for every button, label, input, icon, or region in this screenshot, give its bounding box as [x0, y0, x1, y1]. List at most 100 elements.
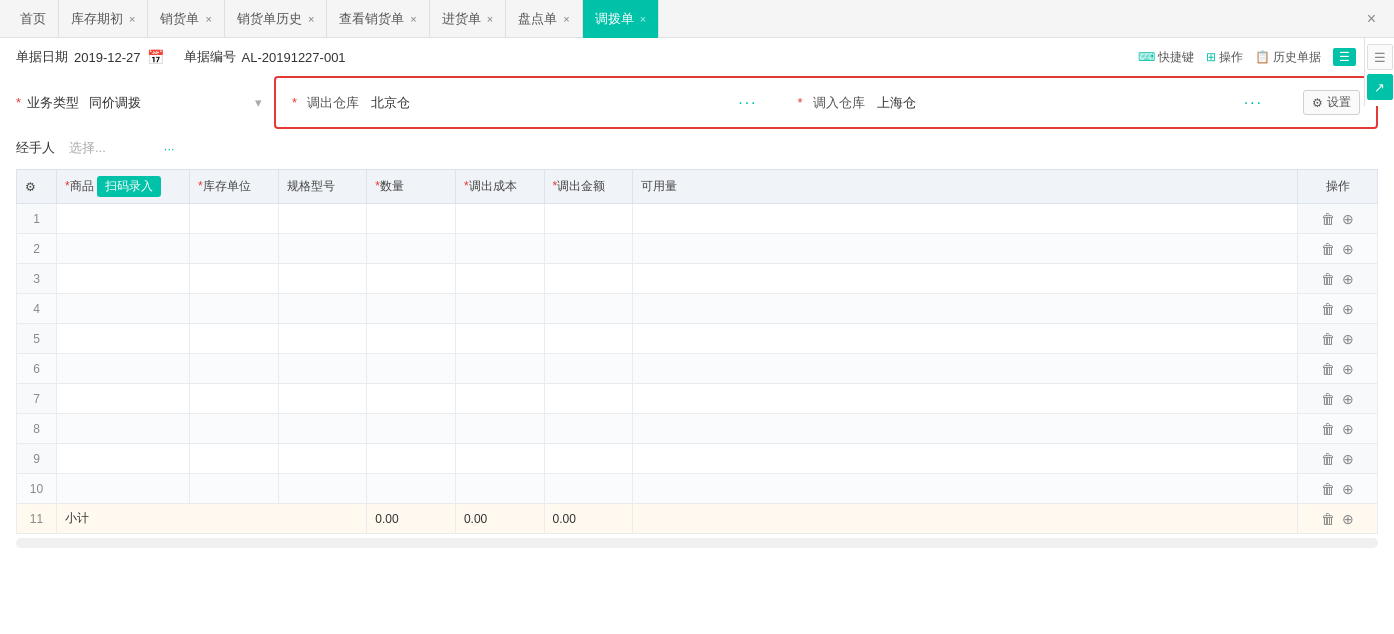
copy-icon-9[interactable]: ⊕: [1342, 451, 1354, 467]
amount-cell-5[interactable]: [544, 324, 633, 354]
delete-icon-10[interactable]: 🗑: [1321, 481, 1335, 497]
close-view-sales[interactable]: ×: [410, 13, 416, 25]
tab-view-sales[interactable]: 查看销货单 ×: [327, 0, 429, 38]
delete-icon-2[interactable]: 🗑: [1321, 241, 1335, 257]
spec-cell-7[interactable]: [278, 384, 367, 414]
copy-icon-4[interactable]: ⊕: [1342, 301, 1354, 317]
delete-icon-11[interactable]: 🗑: [1321, 511, 1335, 527]
unit-cell-4[interactable]: [189, 294, 278, 324]
close-sales-order[interactable]: ×: [205, 13, 211, 25]
tab-transfer-order[interactable]: 调拨单 ×: [583, 0, 659, 38]
person-select[interactable]: 选择...: [69, 139, 106, 157]
bottom-scrollbar[interactable]: [16, 538, 1378, 548]
copy-icon-2[interactable]: ⊕: [1342, 241, 1354, 257]
delete-icon-9[interactable]: 🗑: [1321, 451, 1335, 467]
tab-purchase-order[interactable]: 进货单 ×: [430, 0, 506, 38]
tab-sales-order[interactable]: 销货单 ×: [148, 0, 224, 38]
tab-home[interactable]: 首页: [8, 0, 59, 38]
spec-cell-1[interactable]: [278, 204, 367, 234]
amount-cell-6[interactable]: [544, 354, 633, 384]
product-cell-9[interactable]: [57, 444, 190, 474]
cost-cell-7[interactable]: [455, 384, 544, 414]
close-purchase-order[interactable]: ×: [487, 13, 493, 25]
th-gear[interactable]: ⚙: [17, 170, 57, 204]
spec-cell-3[interactable]: [278, 264, 367, 294]
product-cell-3[interactable]: [57, 264, 190, 294]
delete-icon-1[interactable]: 🗑: [1321, 211, 1335, 227]
unit-cell-5[interactable]: [189, 324, 278, 354]
shortcut-button[interactable]: ⌨ 快捷键: [1138, 49, 1194, 66]
unit-cell-10[interactable]: [189, 474, 278, 504]
product-cell-6[interactable]: [57, 354, 190, 384]
amount-cell-8[interactable]: [544, 414, 633, 444]
calendar-icon[interactable]: 📅: [147, 49, 164, 65]
spec-cell-8[interactable]: [278, 414, 367, 444]
product-cell-5[interactable]: [57, 324, 190, 354]
unit-cell-1[interactable]: [189, 204, 278, 234]
cost-cell-4[interactable]: [455, 294, 544, 324]
close-all-tabs[interactable]: ×: [1357, 10, 1386, 28]
amount-cell-3[interactable]: [544, 264, 633, 294]
product-cell-7[interactable]: [57, 384, 190, 414]
delete-icon-6[interactable]: 🗑: [1321, 361, 1335, 377]
amount-cell-1[interactable]: [544, 204, 633, 234]
tab-inventory-init[interactable]: 库存期初 ×: [59, 0, 148, 38]
tab-inventory-count[interactable]: 盘点单 ×: [506, 0, 582, 38]
amount-cell-2[interactable]: [544, 234, 633, 264]
qty-cell-10[interactable]: [367, 474, 456, 504]
delete-icon-4[interactable]: 🗑: [1321, 301, 1335, 317]
scan-button[interactable]: 扫码录入: [97, 176, 161, 197]
close-inventory-count[interactable]: ×: [563, 13, 569, 25]
cost-cell-2[interactable]: [455, 234, 544, 264]
copy-icon-10[interactable]: ⊕: [1342, 481, 1354, 497]
cost-cell-1[interactable]: [455, 204, 544, 234]
operation-button[interactable]: ⊞ 操作: [1206, 49, 1243, 66]
delete-icon-8[interactable]: 🗑: [1321, 421, 1335, 437]
qty-cell-5[interactable]: [367, 324, 456, 354]
unit-cell-9[interactable]: [189, 444, 278, 474]
qty-cell-1[interactable]: [367, 204, 456, 234]
close-sales-history[interactable]: ×: [308, 13, 314, 25]
history-button[interactable]: 📋 历史单据: [1255, 49, 1321, 66]
copy-icon-5[interactable]: ⊕: [1342, 331, 1354, 347]
tab-sales-history[interactable]: 销货单历史 ×: [225, 0, 327, 38]
cost-cell-6[interactable]: [455, 354, 544, 384]
copy-icon-11[interactable]: ⊕: [1342, 511, 1354, 527]
close-inventory-init[interactable]: ×: [129, 13, 135, 25]
delete-icon-3[interactable]: 🗑: [1321, 271, 1335, 287]
product-cell-4[interactable]: [57, 294, 190, 324]
unit-cell-8[interactable]: [189, 414, 278, 444]
unit-cell-6[interactable]: [189, 354, 278, 384]
product-cell-2[interactable]: [57, 234, 190, 264]
qty-cell-4[interactable]: [367, 294, 456, 324]
panel-btn-list[interactable]: ☰: [1367, 44, 1393, 70]
unit-cell-7[interactable]: [189, 384, 278, 414]
qty-cell-8[interactable]: [367, 414, 456, 444]
qty-cell-6[interactable]: [367, 354, 456, 384]
delete-icon-5[interactable]: 🗑: [1321, 331, 1335, 347]
copy-icon-7[interactable]: ⊕: [1342, 391, 1354, 407]
delete-icon-7[interactable]: 🗑: [1321, 391, 1335, 407]
amount-cell-7[interactable]: [544, 384, 633, 414]
amount-cell-9[interactable]: [544, 444, 633, 474]
out-more-icon[interactable]: ···: [738, 94, 757, 112]
spec-cell-2[interactable]: [278, 234, 367, 264]
qty-cell-3[interactable]: [367, 264, 456, 294]
cost-cell-3[interactable]: [455, 264, 544, 294]
product-cell-8[interactable]: [57, 414, 190, 444]
cost-cell-5[interactable]: [455, 324, 544, 354]
product-cell-1[interactable]: [57, 204, 190, 234]
qty-cell-2[interactable]: [367, 234, 456, 264]
business-dropdown-icon[interactable]: ▾: [255, 95, 262, 110]
copy-icon-6[interactable]: ⊕: [1342, 361, 1354, 377]
person-more-icon[interactable]: ···: [164, 141, 175, 156]
cost-cell-10[interactable]: [455, 474, 544, 504]
spec-cell-4[interactable]: [278, 294, 367, 324]
cost-cell-8[interactable]: [455, 414, 544, 444]
settings-button[interactable]: ⚙ 设置: [1303, 90, 1360, 115]
qty-cell-7[interactable]: [367, 384, 456, 414]
close-transfer-order[interactable]: ×: [640, 13, 646, 25]
copy-icon-1[interactable]: ⊕: [1342, 211, 1354, 227]
unit-cell-3[interactable]: [189, 264, 278, 294]
copy-icon-8[interactable]: ⊕: [1342, 421, 1354, 437]
